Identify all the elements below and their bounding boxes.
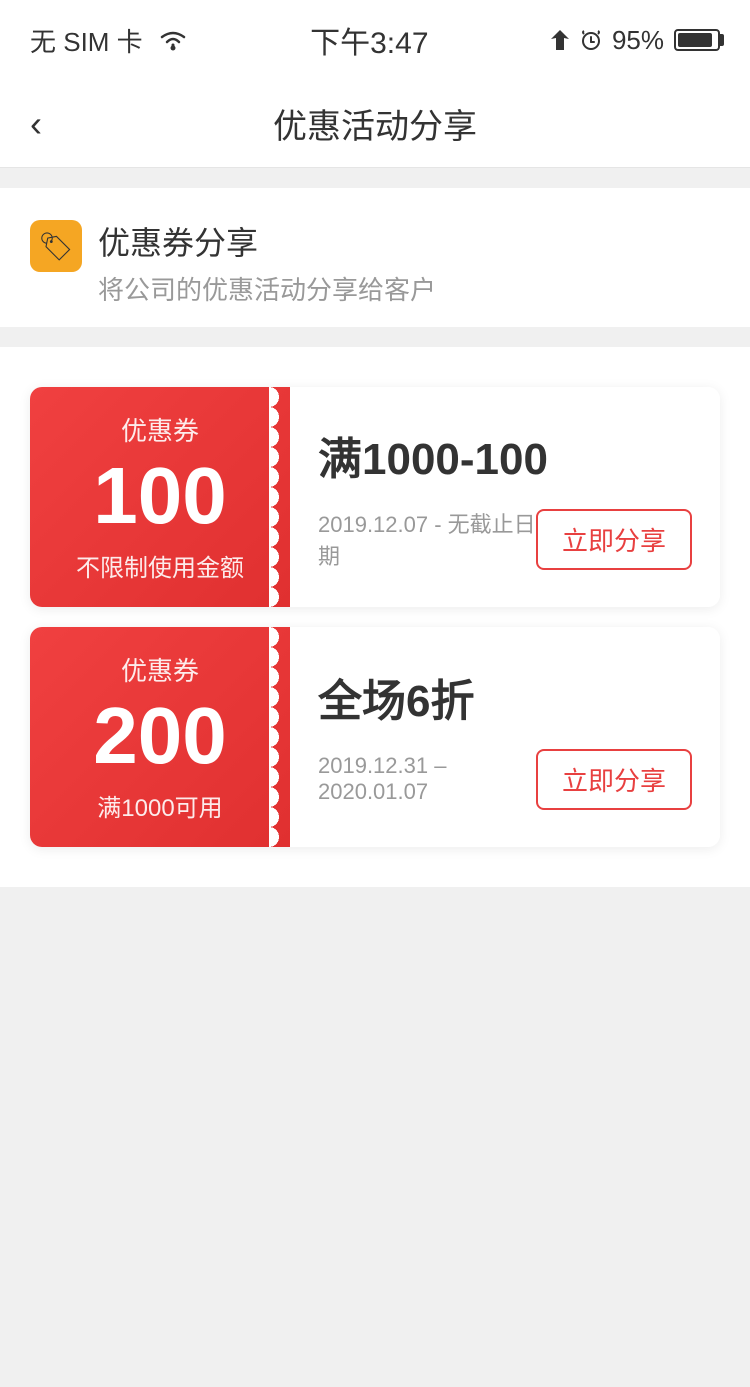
coupon-type-1: 优惠券 bbox=[121, 411, 199, 448]
section-subtitle: 将公司的优惠活动分享给客户 bbox=[98, 270, 436, 307]
coupon-type-2: 优惠券 bbox=[121, 651, 199, 688]
coupon-left-2: 优惠券 200 满1000可用 bbox=[30, 627, 290, 847]
section-title: 优惠券分享 bbox=[98, 218, 436, 264]
coupon-date-2: 2019.12.31 – 2020.01.07 bbox=[318, 753, 536, 805]
coupon-amount-2: 200 bbox=[93, 696, 226, 776]
status-time: 下午3:47 bbox=[310, 18, 428, 62]
coupon-meta-row-2: 2019.12.31 – 2020.01.07 立即分享 bbox=[318, 749, 692, 810]
section-icon-emoji: 🏷 bbox=[38, 230, 74, 263]
coupon-amount-1: 100 bbox=[93, 456, 226, 536]
battery-percent: 95% bbox=[612, 25, 664, 56]
nav-bar: ‹ 优惠活动分享 bbox=[0, 80, 750, 168]
coupon-card-2: 优惠券 200 满1000可用 全场6折 2019.12.31 – 2020.0… bbox=[30, 627, 720, 847]
battery-fill bbox=[678, 33, 712, 47]
battery-icon bbox=[674, 29, 720, 51]
coupon-condition-1: 不限制使用金额 bbox=[76, 548, 244, 583]
share-button-2[interactable]: 立即分享 bbox=[536, 749, 692, 810]
coupon-name-1: 满1000-100 bbox=[318, 423, 692, 487]
wifi-icon bbox=[157, 29, 189, 51]
empty-area bbox=[0, 887, 750, 1387]
alarm-icon bbox=[580, 29, 602, 51]
status-bar: 无 SIM 卡 下午3:47 95% bbox=[0, 0, 750, 80]
status-left: 无 SIM 卡 bbox=[30, 22, 189, 59]
section-text-group: 优惠券分享 将公司的优惠活动分享给客户 bbox=[98, 218, 436, 307]
share-button-1[interactable]: 立即分享 bbox=[536, 509, 692, 570]
back-button[interactable]: ‹ bbox=[30, 103, 42, 145]
coupon-card-1: 优惠券 100 不限制使用金额 满1000-100 2019.12.07 - 无… bbox=[30, 387, 720, 607]
coupon-meta-row-1: 2019.12.07 - 无截止日期 立即分享 bbox=[318, 507, 692, 571]
section-icon: 🏷 bbox=[30, 220, 82, 272]
coupon-right-2: 全场6折 2019.12.31 – 2020.01.07 立即分享 bbox=[290, 627, 720, 847]
coupon-condition-2: 满1000可用 bbox=[97, 788, 222, 823]
coupon-left-1: 优惠券 100 不限制使用金额 bbox=[30, 387, 290, 607]
carrier-text: 无 SIM 卡 bbox=[30, 22, 143, 59]
section-header: 🏷 优惠券分享 将公司的优惠活动分享给客户 bbox=[0, 188, 750, 327]
nav-title: 优惠活动分享 bbox=[273, 99, 477, 148]
coupon-right-1: 满1000-100 2019.12.07 - 无截止日期 立即分享 bbox=[290, 387, 720, 607]
coupons-list: 优惠券 100 不限制使用金额 满1000-100 2019.12.07 - 无… bbox=[0, 347, 750, 887]
coupon-name-2: 全场6折 bbox=[318, 665, 692, 729]
coupon-date-1: 2019.12.07 - 无截止日期 bbox=[318, 507, 536, 571]
status-right: 95% bbox=[550, 25, 720, 56]
location-icon bbox=[550, 29, 570, 51]
